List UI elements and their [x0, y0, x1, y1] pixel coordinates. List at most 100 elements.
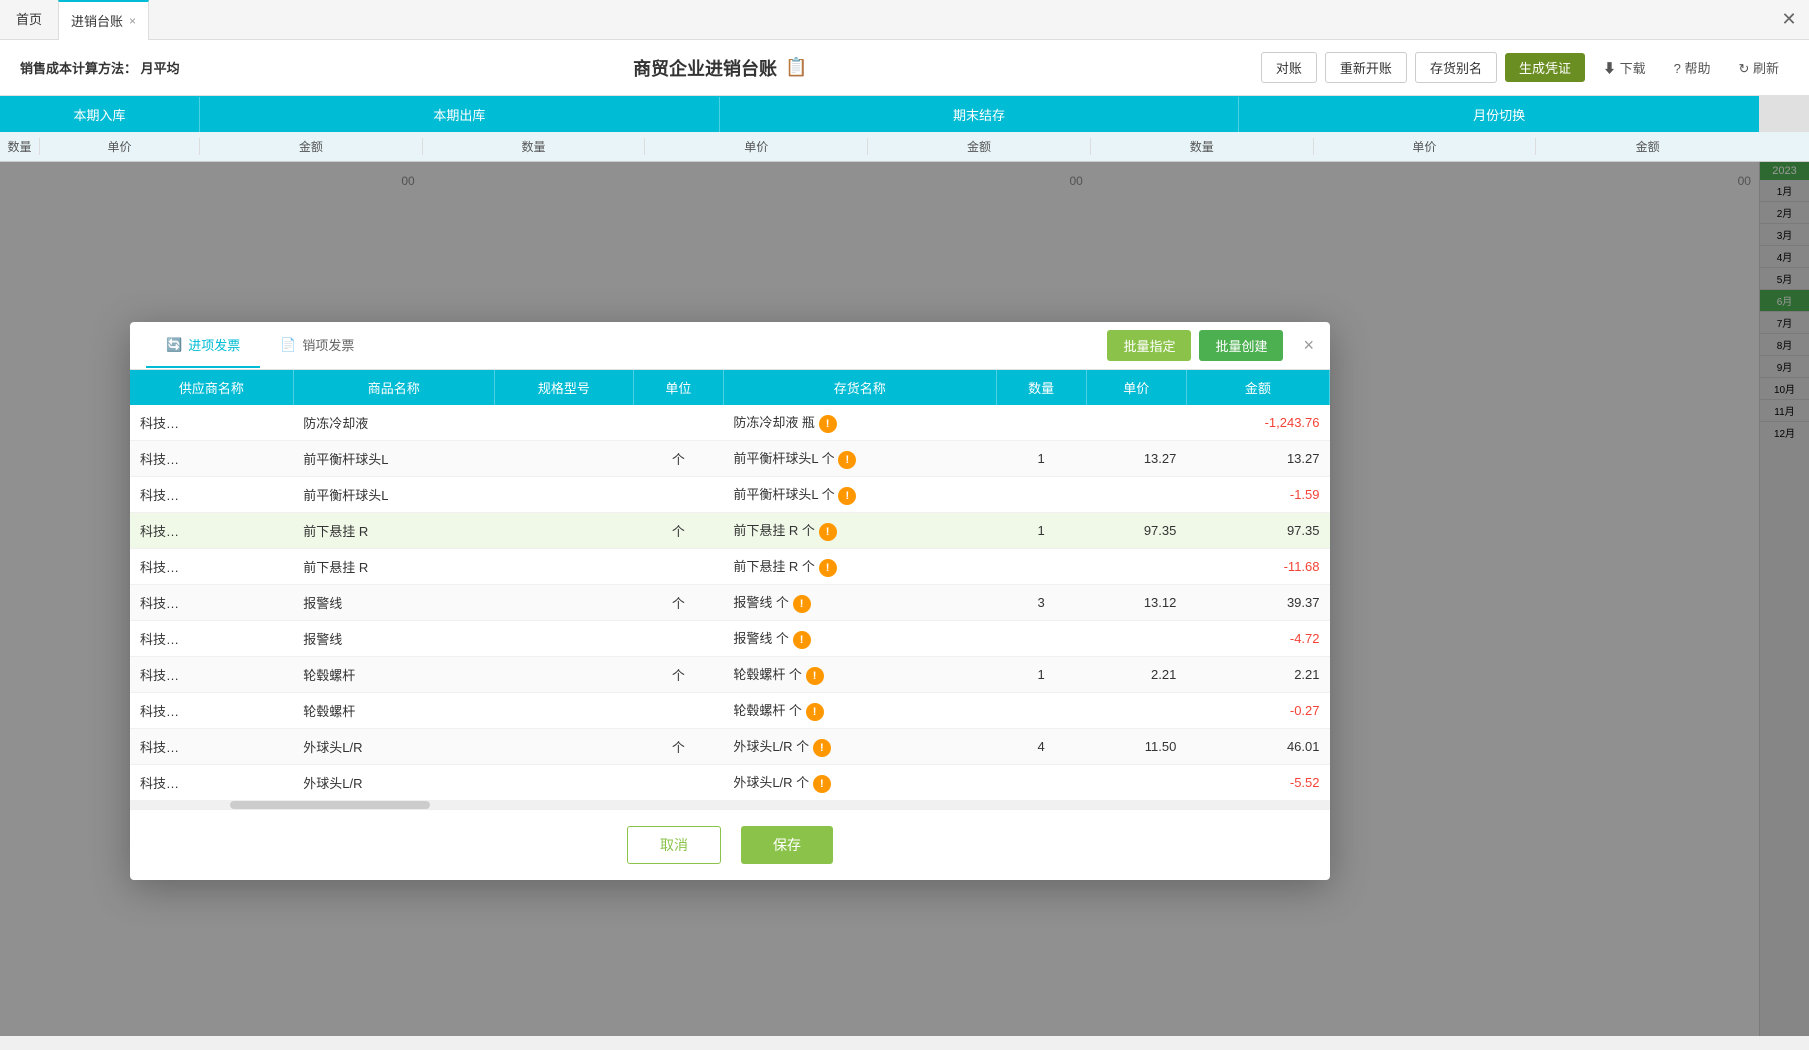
cell-product: 防冻冷却液: [293, 405, 494, 441]
cell-supplier: 科技…: [130, 513, 293, 549]
cell-amount: -5.52: [1186, 765, 1329, 801]
modal-dialog: 🔄 进项发票 📄 销项发票 批量指定 批量创建 ×: [130, 322, 1330, 880]
cell-inventory: 外球头L/R 个 !: [723, 765, 996, 801]
amount-header2: 金额: [868, 138, 1091, 155]
cell-quantity: [996, 477, 1086, 513]
table-row[interactable]: 科技… 轮毂螺杆 个 轮毂螺杆 个 ! 1 2.21 2.21: [130, 657, 1330, 693]
cell-unitprice: 13.27: [1086, 441, 1186, 477]
table-row[interactable]: 科技… 前平衡杆球头L 个 前平衡杆球头L 个 ! 1 13.27 13.27: [130, 441, 1330, 477]
cost-method-label: 销售成本计算方法：: [20, 61, 137, 76]
table-area: 00 00 00 2023 1月 2月 3月 4月 5月 6月 7月 8月 9月…: [0, 162, 1809, 1036]
modal-table: 供应商名称 商品名称 规格型号 单位 存货名称 数量 单价 金额 科技… 防冻冷…: [130, 370, 1330, 801]
warning-icon: !: [838, 487, 856, 505]
reopen-button[interactable]: 重新开账: [1325, 52, 1407, 83]
cell-quantity: [996, 549, 1086, 585]
cell-product: 前平衡杆球头L: [293, 477, 494, 513]
cell-quantity: [996, 405, 1086, 441]
scrollbar-thumb[interactable]: [230, 801, 430, 809]
generate-button[interactable]: 生成凭证: [1505, 53, 1585, 82]
warning-icon: !: [806, 667, 824, 685]
th-supplier: 供应商名称: [130, 370, 293, 405]
price-header1: 单价: [40, 138, 200, 155]
cell-spec: [494, 441, 633, 477]
cell-quantity: 4: [996, 729, 1086, 765]
cell-unit: 个: [634, 657, 724, 693]
rename-button[interactable]: 存货别名: [1415, 52, 1497, 83]
cell-amount: -1,243.76: [1186, 405, 1329, 441]
batch-create-button[interactable]: 批量创建: [1199, 330, 1283, 361]
cell-quantity: [996, 621, 1086, 657]
cell-product: 报警线: [293, 621, 494, 657]
cell-quantity: [996, 765, 1086, 801]
table-row[interactable]: 科技… 防冻冷却液 防冻冷却液 瓶 ! -1,243.76: [130, 405, 1330, 441]
cell-spec: [494, 729, 633, 765]
cell-inventory: 报警线 个 !: [723, 621, 996, 657]
tab-inbound-invoice[interactable]: 🔄 进项发票: [146, 323, 260, 368]
cell-product: 外球头L/R: [293, 729, 494, 765]
table-row[interactable]: 科技… 外球头L/R 外球头L/R 个 ! -5.52: [130, 765, 1330, 801]
cell-spec: [494, 405, 633, 441]
cell-unitprice: 97.35: [1086, 513, 1186, 549]
cell-inventory: 轮毂螺杆 个 !: [723, 657, 996, 693]
cell-supplier: 科技…: [130, 441, 293, 477]
cell-inventory: 防冻冷却液 瓶 !: [723, 405, 996, 441]
horizontal-scrollbar[interactable]: [130, 801, 1330, 809]
page-header: 销售成本计算方法： 月平均 商贸企业进销台账 📋 对账 重新开账 存货别名 生成…: [0, 40, 1809, 96]
cell-inventory: 前平衡杆球头L 个 !: [723, 477, 996, 513]
cell-unitprice: [1086, 765, 1186, 801]
help-button[interactable]: ? 帮助: [1664, 53, 1721, 82]
cell-unit: [634, 405, 724, 441]
cell-amount: 13.27: [1186, 441, 1329, 477]
cell-supplier: 科技…: [130, 765, 293, 801]
cell-spec: [494, 477, 633, 513]
cell-inventory: 外球头L/R 个 !: [723, 729, 996, 765]
price-header2: 单价: [645, 138, 868, 155]
table-row[interactable]: 科技… 报警线 报警线 个 ! -4.72: [130, 621, 1330, 657]
cell-quantity: [996, 693, 1086, 729]
cell-amount: 2.21: [1186, 657, 1329, 693]
cell-unit: [634, 693, 724, 729]
cell-unitprice: [1086, 477, 1186, 513]
qty-header2: 数量: [423, 138, 646, 155]
outbound-header: 本期出库: [200, 97, 720, 132]
cell-spec: [494, 585, 633, 621]
table-row[interactable]: 科技… 前下悬挂 R 个 前下悬挂 R 个 ! 1 97.35 97.35: [130, 513, 1330, 549]
cell-spec: [494, 621, 633, 657]
cell-amount: 97.35: [1186, 513, 1329, 549]
closing-header: 期末结存: [720, 97, 1240, 132]
modal-table-header: 供应商名称 商品名称 规格型号 单位 存货名称 数量 单价 金额: [130, 370, 1330, 405]
qty-header1: 数量: [0, 138, 40, 155]
table-row[interactable]: 科技… 前下悬挂 R 前下悬挂 R 个 ! -11.68: [130, 549, 1330, 585]
refresh-button[interactable]: ↻ 刷新: [1728, 53, 1789, 82]
cell-unit: [634, 765, 724, 801]
cost-method: 销售成本计算方法： 月平均: [20, 58, 180, 77]
modal-header-buttons: 批量指定 批量创建 ×: [1107, 330, 1314, 361]
tab-close-icon[interactable]: ×: [129, 14, 136, 28]
cell-quantity: 1: [996, 657, 1086, 693]
modal-close-button[interactable]: ×: [1303, 330, 1314, 361]
save-button[interactable]: 保存: [741, 826, 833, 864]
download-button[interactable]: ⬇ 下载: [1593, 53, 1656, 82]
cell-supplier: 科技…: [130, 585, 293, 621]
tab-outbound-invoice[interactable]: 📄 销项发票: [260, 323, 374, 368]
cell-unitprice: [1086, 693, 1186, 729]
batch-assign-button[interactable]: 批量指定: [1107, 330, 1191, 361]
warning-icon: !: [806, 703, 824, 721]
table-row[interactable]: 科技… 外球头L/R 个 外球头L/R 个 ! 4 11.50 46.01: [130, 729, 1330, 765]
extra-header: 月份切换: [1239, 97, 1759, 132]
warning-icon: !: [793, 631, 811, 649]
header-buttons: 对账 重新开账 存货别名 生成凭证 ⬇ 下载 ? 帮助 ↻ 刷新: [1261, 52, 1789, 83]
home-tab[interactable]: 首页: [0, 0, 58, 40]
cancel-button[interactable]: 取消: [627, 826, 721, 864]
cell-product: 外球头L/R: [293, 765, 494, 801]
table-row[interactable]: 科技… 报警线 个 报警线 个 ! 3 13.12 39.37: [130, 585, 1330, 621]
table-row[interactable]: 科技… 轮毂螺杆 轮毂螺杆 个 ! -0.27: [130, 693, 1330, 729]
active-tab[interactable]: 进销台账 ×: [58, 0, 149, 40]
cell-supplier: 科技…: [130, 549, 293, 585]
cell-spec: [494, 549, 633, 585]
reconcile-button[interactable]: 对账: [1261, 52, 1317, 83]
table-row[interactable]: 科技… 前平衡杆球头L 前平衡杆球头L 个 ! -1.59: [130, 477, 1330, 513]
window-close-button[interactable]: ✕: [1769, 0, 1809, 40]
inbound-tab-icon: 🔄: [166, 337, 182, 353]
cell-unit: 个: [634, 585, 724, 621]
